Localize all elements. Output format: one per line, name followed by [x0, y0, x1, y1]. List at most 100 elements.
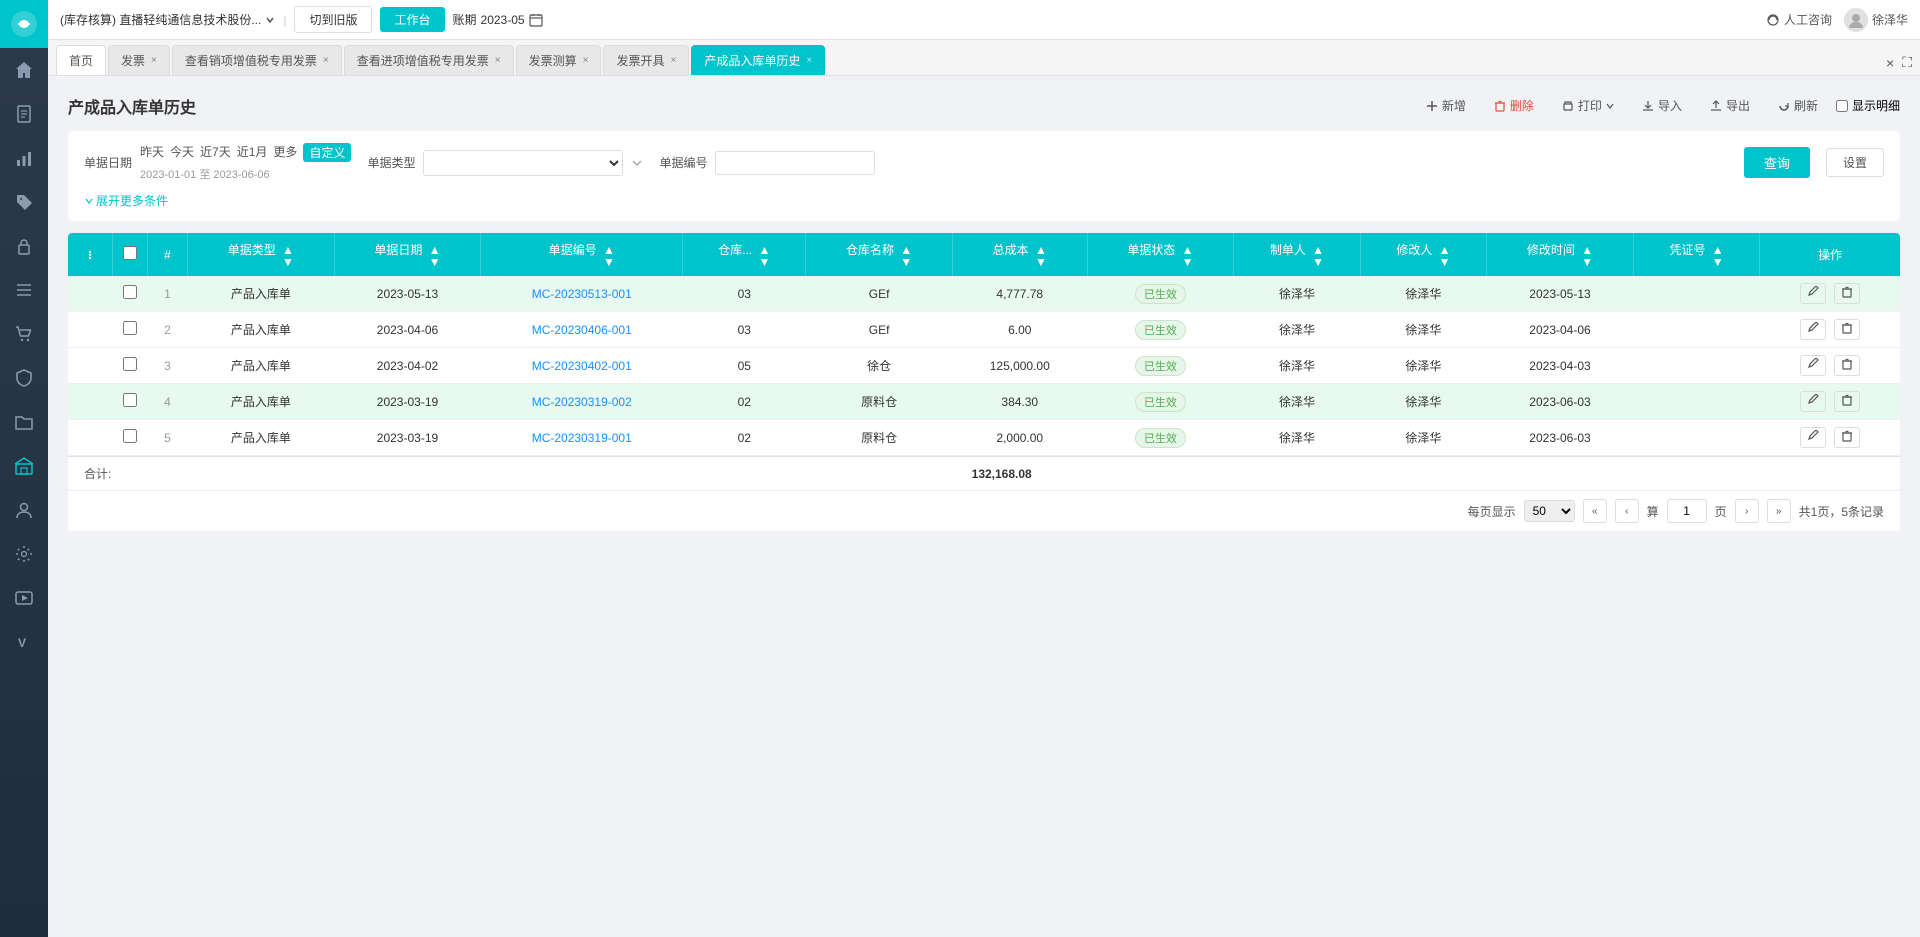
sidebar-item-cart[interactable] [0, 312, 48, 356]
th-wh-name[interactable]: 仓库名称 ▲▼ [806, 233, 953, 276]
export-button[interactable]: 导出 [1700, 92, 1760, 119]
sidebar-item-shield[interactable] [0, 356, 48, 400]
sidebar-item-lock[interactable] [0, 224, 48, 268]
delete-row-button-0[interactable] [1834, 283, 1860, 304]
setting-button[interactable]: 设置 [1826, 148, 1884, 177]
cell-number-1[interactable]: MC-20230406-001 [481, 312, 683, 348]
sidebar-item-list[interactable] [0, 268, 48, 312]
delete-button[interactable]: 删除 [1484, 92, 1544, 119]
maximize-icon[interactable]: ⛶ [1902, 54, 1912, 71]
row-checkbox-2[interactable] [123, 357, 137, 371]
service-button[interactable]: 人工咨询 [1766, 11, 1832, 28]
th-status[interactable]: 单据状态 ▲▼ [1087, 233, 1234, 276]
th-modify-time[interactable]: 修改时间 ▲▼ [1487, 233, 1634, 276]
row-checkbox-1[interactable] [123, 321, 137, 335]
th-number[interactable]: 单据编号 ▲▼ [481, 233, 683, 276]
expand-conditions-link[interactable]: 展开更多条件 [84, 192, 1884, 209]
cell-checkbox-4[interactable] [113, 420, 148, 456]
number-filter-input[interactable] [715, 151, 875, 175]
tab-invoice[interactable]: 发票 × [108, 45, 170, 75]
tab-calc-close[interactable]: × [583, 55, 589, 66]
cell-checkbox-0[interactable] [113, 276, 148, 312]
date-link-7days[interactable]: 近7天 [200, 143, 231, 162]
type-filter-select[interactable]: 产品入库单 [423, 150, 623, 176]
sidebar-item-gear[interactable] [0, 532, 48, 576]
tab-sales-vat[interactable]: 查看销项增值税专用发票 × [172, 45, 342, 75]
date-link-more[interactable]: 更多 [273, 143, 297, 162]
show-detail-toggle[interactable]: 显示明细 [1836, 97, 1900, 114]
sidebar-item-play[interactable] [0, 576, 48, 620]
delete-row-button-3[interactable] [1834, 391, 1860, 412]
th-settings[interactable] [68, 233, 113, 276]
tab-invoice-close[interactable]: × [151, 55, 157, 66]
date-link-yesterday[interactable]: 昨天 [140, 143, 164, 162]
th-date[interactable]: 单据日期 ▲▼ [334, 233, 481, 276]
tab-calc[interactable]: 发票测算 × [516, 45, 602, 75]
th-cost[interactable]: 总成本 ▲▼ [952, 233, 1087, 276]
delete-row-button-1[interactable] [1834, 319, 1860, 340]
first-page-button[interactable]: « [1583, 499, 1607, 523]
close-all-icon[interactable]: × [1886, 55, 1894, 71]
company-selector[interactable]: (库存核算) 直播轻纯通信息技术股份... [60, 11, 275, 28]
page-number-input[interactable] [1667, 499, 1707, 523]
edit-button-4[interactable] [1800, 427, 1826, 448]
th-checkbox[interactable] [113, 233, 148, 276]
sidebar-item-warehouse[interactable] [0, 444, 48, 488]
th-modifier[interactable]: 修改人 ▲▼ [1360, 233, 1486, 276]
workbench-button[interactable]: 工作台 [380, 7, 444, 32]
date-link-today[interactable]: 今天 [170, 143, 194, 162]
tab-sales-vat-close[interactable]: × [323, 55, 329, 66]
tab-history[interactable]: 产成品入库单历史 × [691, 45, 825, 75]
delete-row-button-4[interactable] [1834, 427, 1860, 448]
cell-checkbox-1[interactable] [113, 312, 148, 348]
cell-number-2[interactable]: MC-20230402-001 [481, 348, 683, 384]
sidebar-item-home[interactable] [0, 48, 48, 92]
tab-history-close[interactable]: × [806, 55, 812, 66]
cell-checkbox-3[interactable] [113, 384, 148, 420]
th-type[interactable]: 单据类型 ▲▼ [188, 233, 335, 276]
query-button[interactable]: 查询 [1744, 147, 1810, 178]
sidebar-item-person[interactable] [0, 488, 48, 532]
cell-number-3[interactable]: MC-20230319-002 [481, 384, 683, 420]
column-settings-icon[interactable] [78, 243, 102, 267]
edit-button-2[interactable] [1800, 355, 1826, 376]
sidebar-item-chart[interactable] [0, 136, 48, 180]
edit-button-0[interactable] [1800, 283, 1826, 304]
th-wh-code[interactable]: 仓库... ▲▼ [683, 233, 806, 276]
cell-number-0[interactable]: MC-20230513-001 [481, 276, 683, 312]
user-menu[interactable]: 徐泽华 [1844, 8, 1908, 32]
last-page-button[interactable]: » [1767, 499, 1791, 523]
tab-home[interactable]: 首页 [56, 45, 106, 75]
row-checkbox-0[interactable] [123, 285, 137, 299]
date-link-custom[interactable]: 自定义 [303, 143, 351, 162]
select-all-checkbox[interactable] [123, 246, 137, 260]
tab-issue-close[interactable]: × [670, 55, 676, 66]
date-link-1month[interactable]: 近1月 [237, 143, 268, 162]
sidebar-item-tag[interactable] [0, 180, 48, 224]
refresh-button[interactable]: 刷新 [1768, 92, 1828, 119]
print-button[interactable]: 打印 [1552, 92, 1624, 119]
prev-page-button[interactable]: ‹ [1615, 499, 1639, 523]
row-checkbox-3[interactable] [123, 393, 137, 407]
tab-issue[interactable]: 发票开具 × [603, 45, 689, 75]
cell-number-4[interactable]: MC-20230319-001 [481, 420, 683, 456]
show-detail-checkbox[interactable] [1836, 100, 1848, 112]
edit-button-1[interactable] [1800, 319, 1826, 340]
sidebar-item-doc[interactable] [0, 92, 48, 136]
tab-purchase-vat-close[interactable]: × [495, 55, 501, 66]
next-page-button[interactable]: › [1735, 499, 1759, 523]
period-selector[interactable]: 账期 2023-05 [453, 11, 543, 28]
cell-checkbox-2[interactable] [113, 348, 148, 384]
sidebar-item-v[interactable]: V [0, 620, 48, 664]
switch-version-button[interactable]: 切到旧版 [294, 6, 372, 33]
tab-purchase-vat[interactable]: 查看进项增值税专用发票 × [344, 45, 514, 75]
th-voucher[interactable]: 凭证号 ▲▼ [1633, 233, 1759, 276]
sidebar-item-folder[interactable] [0, 400, 48, 444]
per-page-select[interactable]: 20 50 100 [1524, 500, 1575, 522]
th-creator[interactable]: 制单人 ▲▼ [1234, 233, 1360, 276]
new-button[interactable]: 新增 [1416, 92, 1476, 119]
edit-button-3[interactable] [1800, 391, 1826, 412]
row-checkbox-4[interactable] [123, 429, 137, 443]
import-button[interactable]: 导入 [1632, 92, 1692, 119]
delete-row-button-2[interactable] [1834, 355, 1860, 376]
